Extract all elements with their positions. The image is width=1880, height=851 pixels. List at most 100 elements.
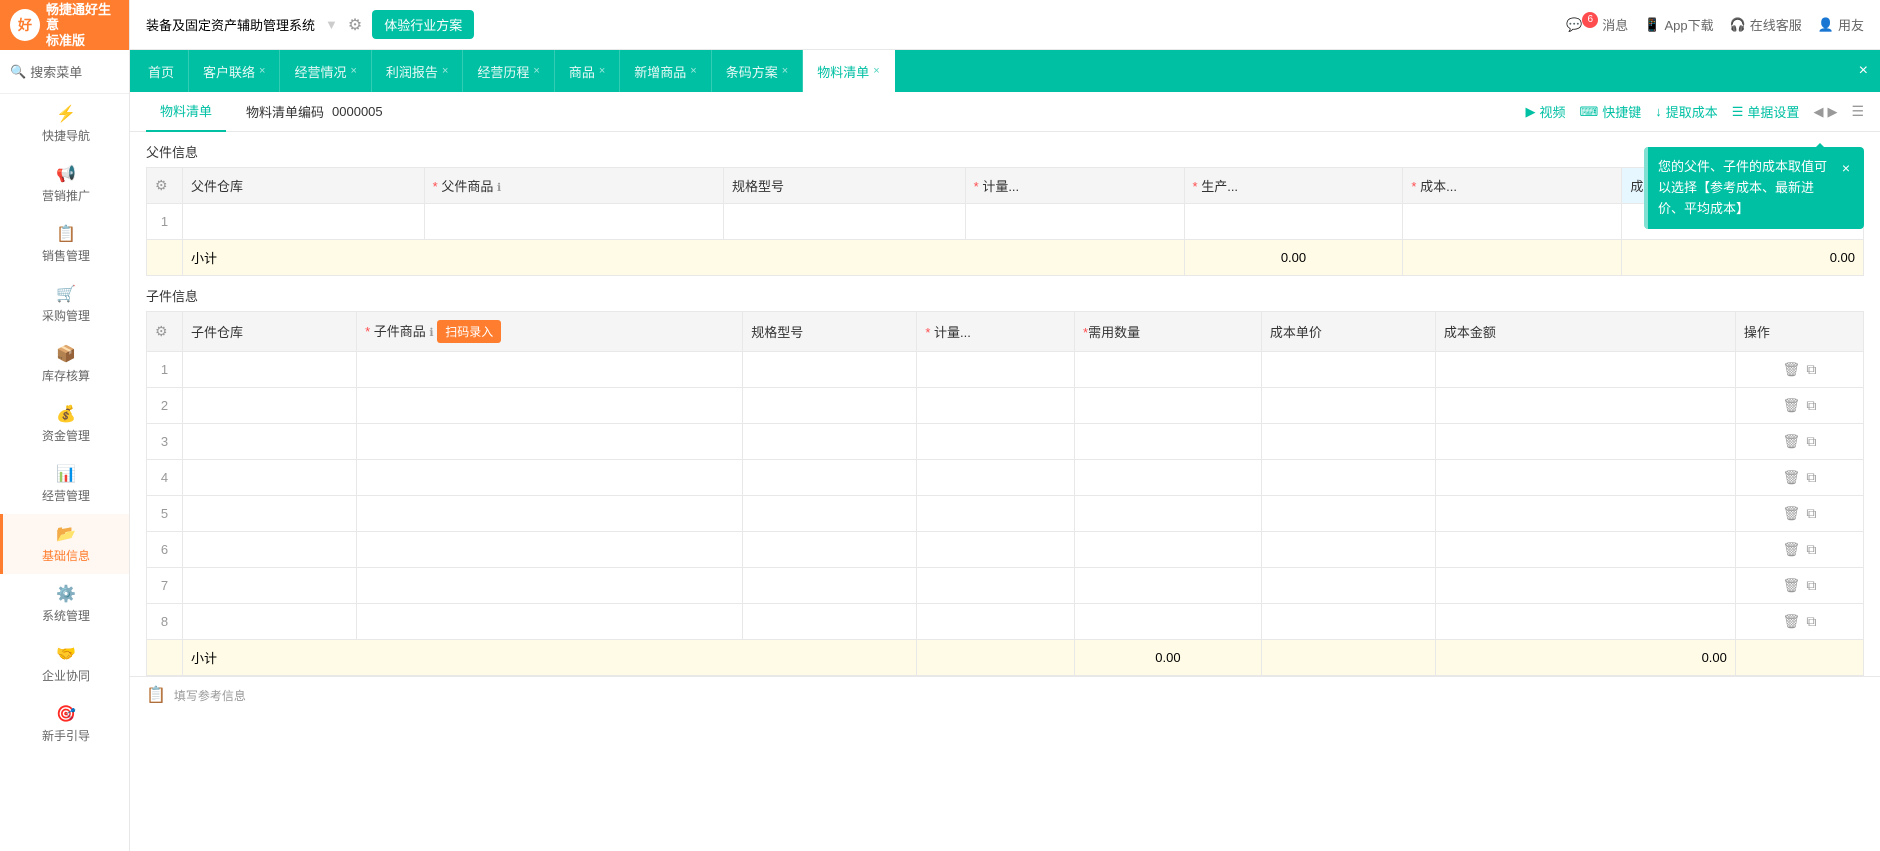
parent-produce-cell[interactable] — [1184, 204, 1403, 240]
child-qty-1[interactable] — [1075, 352, 1262, 388]
child-qty-7[interactable] — [1075, 568, 1262, 604]
child-goods-5[interactable] — [357, 496, 743, 532]
child-spec-1[interactable] — [743, 352, 917, 388]
app-download-btn[interactable]: 📱 App下载 — [1644, 15, 1713, 34]
sidebar-item-basic-info[interactable]: 📂 基础信息 — [0, 514, 129, 574]
child-warehouse-4[interactable] — [183, 460, 357, 496]
sidebar-item-sales[interactable]: 📋 销售管理 — [0, 214, 129, 274]
child-qty-6[interactable] — [1075, 532, 1262, 568]
child-unit-cost-6[interactable] — [1261, 532, 1435, 568]
view-btn[interactable]: ▶ 视频 — [1525, 102, 1565, 121]
delete-icon-4[interactable]: 🗑 — [1783, 469, 1801, 486]
copy-icon-3[interactable]: ⧉ — [1806, 433, 1816, 450]
delete-icon-1[interactable]: 🗑 — [1783, 361, 1801, 378]
close-all-tabs[interactable]: × — [1851, 62, 1876, 80]
child-unit-2[interactable] — [917, 388, 1075, 424]
parent-spec-cell[interactable] — [724, 204, 966, 240]
delete-icon-5[interactable]: 🗑 — [1783, 505, 1801, 522]
copy-icon-6[interactable]: ⧉ — [1806, 541, 1816, 558]
close-tab-goods[interactable]: × — [599, 65, 605, 77]
prev-arrow[interactable]: ◀ — [1813, 104, 1823, 120]
child-unit-cost-8[interactable] — [1261, 604, 1435, 640]
copy-icon-7[interactable]: ⧉ — [1806, 577, 1816, 594]
tab-home[interactable]: 首页 — [134, 50, 189, 92]
delete-icon-3[interactable]: 🗑 — [1783, 433, 1801, 450]
child-unit-cost-7[interactable] — [1261, 568, 1435, 604]
child-goods-3[interactable] — [357, 424, 743, 460]
sidebar-item-enterprise[interactable]: 🤝 企业协同 — [0, 634, 129, 694]
delete-icon-6[interactable]: 🗑 — [1783, 541, 1801, 558]
trial-btn[interactable]: 体验行业方案 — [372, 10, 474, 39]
tab-new-goods[interactable]: 新增商品 × — [620, 50, 711, 92]
close-tab-operations[interactable]: × — [350, 65, 356, 77]
tab-goods[interactable]: 商品 × — [555, 50, 620, 92]
close-tab-profit[interactable]: × — [442, 65, 448, 77]
sidebar-item-purchase[interactable]: 🛒 采购管理 — [0, 274, 129, 334]
child-warehouse-8[interactable] — [183, 604, 357, 640]
list-view-icon[interactable]: ☰ — [1851, 103, 1864, 120]
child-goods-2[interactable] — [357, 388, 743, 424]
message-btn[interactable]: 💬 6 消息 — [1566, 15, 1628, 34]
sidebar-item-quick-nav[interactable]: ⚡ 快捷导航 — [0, 94, 129, 154]
child-spec-6[interactable] — [743, 532, 917, 568]
child-cost-amount-6[interactable] — [1435, 532, 1735, 568]
child-unit-6[interactable] — [917, 532, 1075, 568]
child-cost-amount-1[interactable] — [1435, 352, 1735, 388]
close-tab-barcode[interactable]: × — [782, 65, 788, 77]
child-unit-3[interactable] — [917, 424, 1075, 460]
sidebar-item-marketing[interactable]: 📢 营销推广 — [0, 154, 129, 214]
child-unit-cost-3[interactable] — [1261, 424, 1435, 460]
sidebar-item-inventory[interactable]: 📦 库存核算 — [0, 334, 129, 394]
gear-icon[interactable]: ⚙ — [348, 15, 362, 35]
copy-icon-4[interactable]: ⧉ — [1806, 469, 1816, 486]
child-cost-amount-8[interactable] — [1435, 604, 1735, 640]
sidebar-search[interactable]: 🔍 搜索菜单 — [0, 50, 129, 94]
child-warehouse-6[interactable] — [183, 532, 357, 568]
child-unit-5[interactable] — [917, 496, 1075, 532]
child-spec-5[interactable] — [743, 496, 917, 532]
tab-history[interactable]: 经营历程 × — [463, 50, 554, 92]
next-arrow[interactable]: ▶ — [1827, 104, 1837, 120]
search-menu-btn[interactable]: 🔍 搜索菜单 — [10, 58, 119, 85]
sidebar-item-finance[interactable]: 💰 资金管理 — [0, 394, 129, 454]
child-goods-8[interactable] — [357, 604, 743, 640]
single-settings-btn[interactable]: ☰ 单据设置 — [1732, 102, 1800, 121]
parent-unit-cell[interactable] — [965, 204, 1184, 240]
close-tab-bom[interactable]: × — [873, 65, 879, 77]
parent-cost-cell[interactable] — [1403, 204, 1622, 240]
child-cost-amount-4[interactable] — [1435, 460, 1735, 496]
tab-barcode[interactable]: 条码方案 × — [712, 50, 803, 92]
child-spec-4[interactable] — [743, 460, 917, 496]
child-unit-8[interactable] — [917, 604, 1075, 640]
shortcut-btn[interactable]: ⌨ 快捷键 — [1579, 102, 1641, 121]
delete-icon-2[interactable]: 🗑 — [1783, 397, 1801, 414]
child-unit-7[interactable] — [917, 568, 1075, 604]
online-service-btn[interactable]: 🎧 在线客服 — [1730, 15, 1802, 34]
child-cost-amount-3[interactable] — [1435, 424, 1735, 460]
child-unit-cost-4[interactable] — [1261, 460, 1435, 496]
child-unit-cost-2[interactable] — [1261, 388, 1435, 424]
extract-cost-btn[interactable]: ↓ 提取成本 — [1655, 102, 1718, 121]
parent-goods-help-icon[interactable]: ℹ — [497, 182, 501, 194]
tab-operations[interactable]: 经营情况 × — [280, 50, 371, 92]
scan-btn[interactable]: 扫码录入 — [437, 320, 501, 343]
tab-bom[interactable]: 物料清单 × — [803, 50, 894, 92]
child-goods-7[interactable] — [357, 568, 743, 604]
sub-tab-bom[interactable]: 物料清单 — [146, 92, 226, 132]
child-cost-amount-5[interactable] — [1435, 496, 1735, 532]
close-tab-history[interactable]: × — [533, 65, 539, 77]
tooltip-close-btn[interactable]: × — [1842, 157, 1850, 179]
child-qty-4[interactable] — [1075, 460, 1262, 496]
child-goods-help-icon[interactable]: ℹ — [429, 327, 433, 339]
child-gear-icon[interactable]: ⚙ — [155, 323, 168, 339]
delete-icon-8[interactable]: 🗑 — [1783, 613, 1801, 630]
child-spec-2[interactable] — [743, 388, 917, 424]
child-warehouse-2[interactable] — [183, 388, 357, 424]
child-goods-4[interactable] — [357, 460, 743, 496]
child-unit-cost-5[interactable] — [1261, 496, 1435, 532]
child-qty-5[interactable] — [1075, 496, 1262, 532]
tab-customer[interactable]: 客户联络 × — [189, 50, 280, 92]
sidebar-item-guide[interactable]: 🎯 新手引导 — [0, 694, 129, 754]
parent-gear-icon[interactable]: ⚙ — [155, 177, 168, 193]
parent-goods-cell[interactable] — [424, 204, 723, 240]
